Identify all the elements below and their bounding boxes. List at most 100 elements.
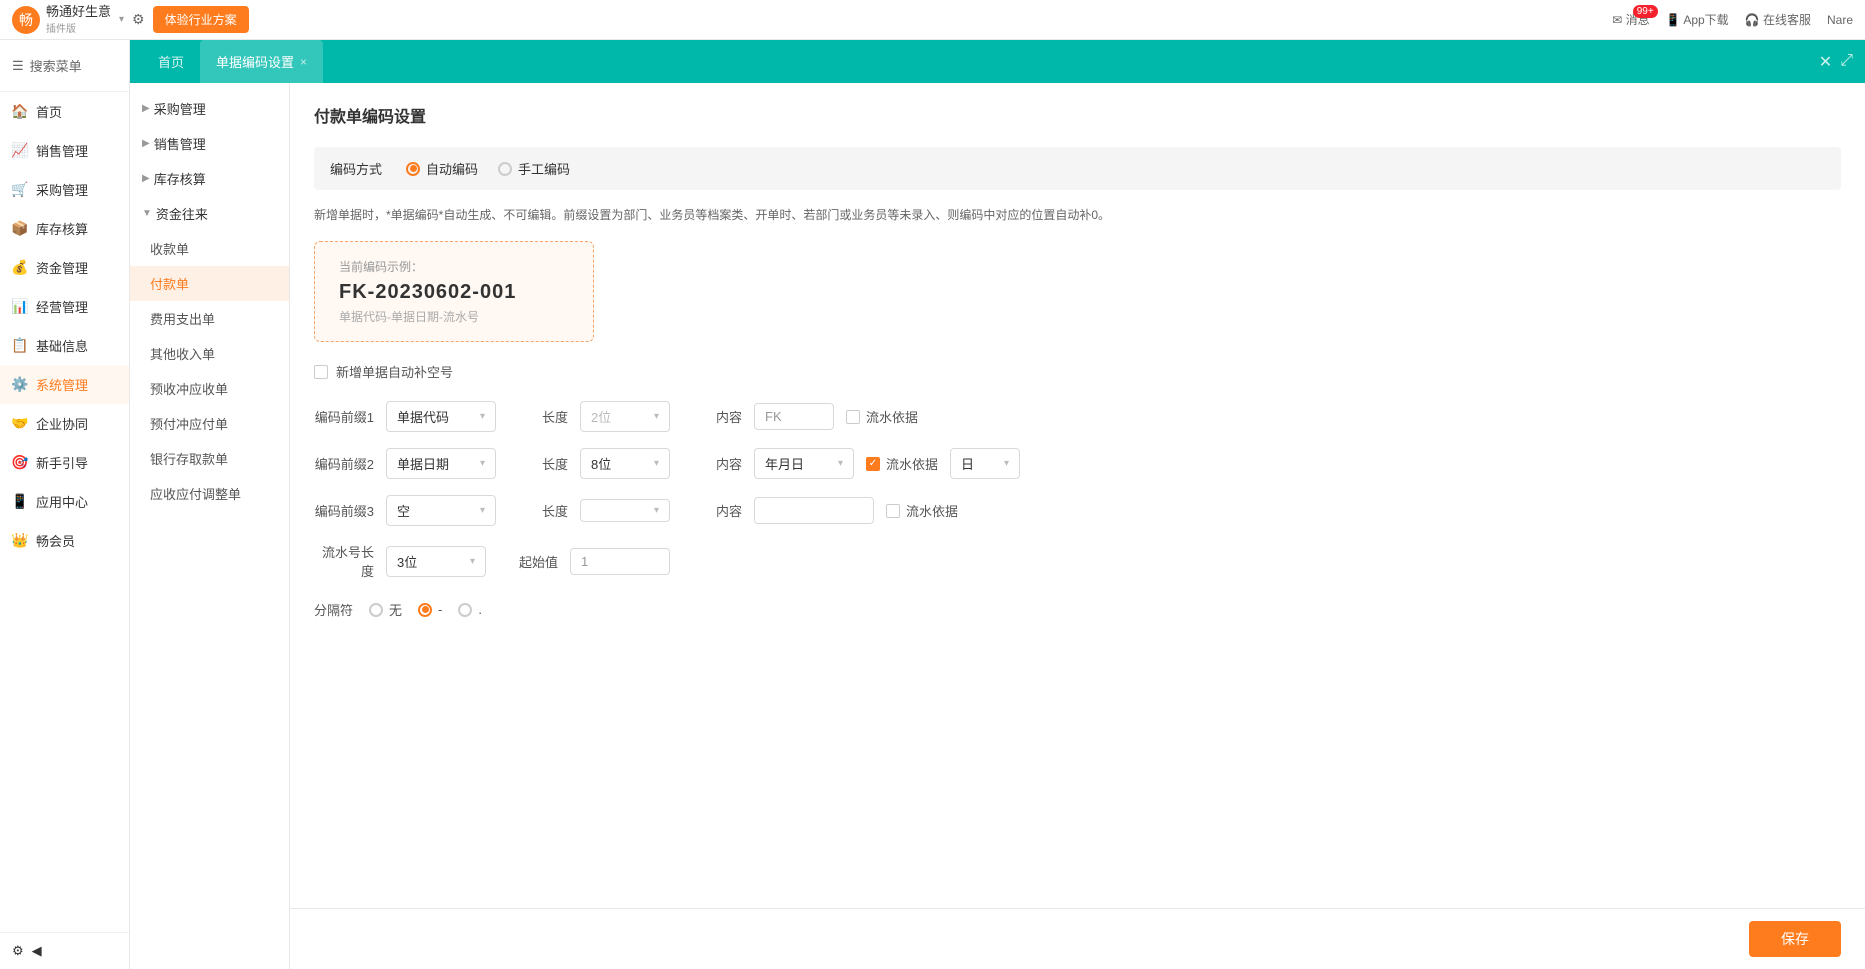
logo-badge: 插件版 <box>46 20 111 35</box>
code-preview-box: 当前编码示例： FK-20230602-001 单据代码-单据日期-流水号 <box>314 241 594 342</box>
tab-bar: 首页 单据编码设置 × ✕ ⤢ <box>130 40 1865 83</box>
sub-menu-bank-deposit-label: 银行存取款单 <box>150 452 228 467</box>
sub-menu-adjustment[interactable]: 应收应付调整单 <box>130 476 289 511</box>
sidebar-item-finance[interactable]: 💰 资金管理 <box>0 248 129 287</box>
serial-length-arrow: ▾ <box>470 556 475 567</box>
prefix2-select[interactable]: 单据日期 ▾ <box>386 448 496 479</box>
user-name: Nare <box>1827 13 1853 27</box>
sep-none-option[interactable]: 无 <box>369 600 402 619</box>
sidebar-item-sales-label: 销售管理 <box>36 141 88 160</box>
sidebar-item-member[interactable]: 👑 畅会员 <box>0 521 129 560</box>
sub-menu-other-income[interactable]: 其他收入单 <box>130 336 289 371</box>
sub-menu-payment-label: 付款单 <box>150 277 189 292</box>
sidebar-item-inventory[interactable]: 📦 库存核算 <box>0 209 129 248</box>
sidebar-item-basic[interactable]: 📋 基础信息 <box>0 326 129 365</box>
prefix2-serial-checkbox: ✓ <box>866 457 880 471</box>
serial-row: 流水号长度 3位 ▾ 起始值 <box>314 542 1841 580</box>
sidebar-item-system[interactable]: ⚙️ 系统管理 <box>0 365 129 404</box>
serial-length-select[interactable]: 3位 ▾ <box>386 546 486 577</box>
info-text: 新增单据时，*单据编码*自动生成、不可编辑。前缀设置为部门、业务员等档案类、开单… <box>314 206 1841 225</box>
finance-icon: 💰 <box>12 260 28 276</box>
sidebar-item-purchase-label: 采购管理 <box>36 180 88 199</box>
search-menu-label: 搜索菜单 <box>30 56 82 75</box>
sub-sidebar: ▶ 采购管理 ▶ 销售管理 ▶ 库存核算 <box>130 83 290 969</box>
separator-label: 分隔符 <box>314 600 353 619</box>
prefix2-serial-unit-value: 日 <box>961 454 974 473</box>
sidebar-item-guide[interactable]: 🎯 新手引导 <box>0 443 129 482</box>
prefix2-serial-unit-select[interactable]: 日 ▾ <box>950 448 1020 479</box>
prefix1-select[interactable]: 单据代码 ▾ <box>386 401 496 432</box>
prefix3-select[interactable]: 空 ▾ <box>386 495 496 526</box>
code-preview-value: FK-20230602-001 <box>339 281 569 304</box>
tab-encoding-label: 单据编码设置 <box>216 52 294 71</box>
sub-menu-expense[interactable]: 费用支出单 <box>130 301 289 336</box>
sep-dash-label: - <box>438 602 442 617</box>
sidebar-item-enterprise[interactable]: 🤝 企业协同 <box>0 404 129 443</box>
auto-code-radio-circle <box>406 162 420 176</box>
prefix2-content-select[interactable]: 年月日 ▾ <box>754 448 854 479</box>
auto-fill-checkbox[interactable] <box>314 365 328 379</box>
sidebar-item-sales[interactable]: 📈 销售管理 <box>0 131 129 170</box>
sub-group-purchase-header[interactable]: ▶ 采购管理 <box>130 91 289 126</box>
user-area[interactable]: Nare <box>1827 13 1853 27</box>
sep-dot-option[interactable]: . <box>458 602 482 617</box>
sub-group-sales-header[interactable]: ▶ 销售管理 <box>130 126 289 161</box>
page-content-wrapper: 付款单编码设置 编码方式 自动编码 手工编码 <box>290 83 1865 969</box>
serial-length-label: 流水号长度 <box>314 542 374 580</box>
sidebar-item-home[interactable]: 🏠 首页 <box>0 92 129 131</box>
app-download[interactable]: 📱 App下载 <box>1666 11 1729 28</box>
settings-icon[interactable]: ⚙ <box>132 11 145 28</box>
prefix2-serial-label: 流水依据 <box>886 454 938 473</box>
sub-menu-receipt-label: 收款单 <box>150 242 189 257</box>
prefix3-serial-check[interactable]: 流水依据 <box>886 501 958 520</box>
member-icon: 👑 <box>12 533 28 549</box>
start-value-input[interactable] <box>570 548 670 575</box>
sub-menu-other-income-label: 其他收入单 <box>150 347 215 362</box>
sub-menu-payment[interactable]: 付款单 <box>130 266 289 301</box>
auto-code-radio[interactable]: 自动编码 <box>406 159 478 178</box>
save-button[interactable]: 保存 <box>1749 921 1841 957</box>
messages-area[interactable]: ✉ 消息 99+ <box>1612 11 1649 28</box>
prefix3-length-select[interactable]: ▾ <box>580 499 670 522</box>
prefix1-serial-check[interactable]: 流水依据 <box>846 407 918 426</box>
sub-menu-advance-receivable[interactable]: 预收冲应收单 <box>130 371 289 406</box>
tab-close-icon[interactable]: × <box>300 55 307 69</box>
footer-settings-icon[interactable]: ⚙ <box>12 943 24 959</box>
footer-collapse-icon[interactable]: ◀ <box>32 943 42 959</box>
sidebar-item-apps[interactable]: 📱 应用中心 <box>0 482 129 521</box>
sidebar-item-purchase[interactable]: 🛒 采购管理 <box>0 170 129 209</box>
dropdown-arrow-icon[interactable]: ▾ <box>119 14 124 25</box>
sub-menu-bank-deposit[interactable]: 银行存取款单 <box>130 441 289 476</box>
experience-button[interactable]: 体验行业方案 <box>153 6 249 33</box>
prefix3-content-input[interactable] <box>754 497 874 524</box>
sep-dot-radio <box>458 603 472 617</box>
manual-code-radio[interactable]: 手工编码 <box>498 159 570 178</box>
tab-home[interactable]: 首页 <box>142 40 200 83</box>
sub-group-sales-label: 销售管理 <box>154 134 206 153</box>
prefix1-content-input[interactable] <box>754 403 834 430</box>
tab-close-window-icon[interactable]: ✕ <box>1819 52 1832 72</box>
sub-group-capital-header[interactable]: ▼ 资金往来 <box>130 196 289 231</box>
online-service[interactable]: 🎧 在线客服 <box>1745 11 1811 28</box>
prefix2-label: 编码前缀2 <box>314 454 374 473</box>
main-layout: ☰ 搜索菜单 🏠 首页 📈 销售管理 🛒 采购管理 📦 库存核算 💰 <box>0 40 1865 969</box>
search-menu[interactable]: ☰ 搜索菜单 <box>12 50 117 81</box>
sep-dash-option[interactable]: - <box>418 602 442 617</box>
tab-expand-icon[interactable]: ⤢ <box>1840 52 1853 72</box>
prefix1-label: 编码前缀1 <box>314 407 374 426</box>
sub-menu-advance-payment[interactable]: 预付冲应付单 <box>130 406 289 441</box>
sep-dash-radio <box>418 603 432 617</box>
prefix2-length-label: 长度 <box>508 454 568 473</box>
sep-dot-label: . <box>478 602 482 617</box>
prefix2-length-select[interactable]: 8位 ▾ <box>580 448 670 479</box>
sidebar-item-operation[interactable]: 📊 经营管理 <box>0 287 129 326</box>
start-value-label: 起始值 <box>498 552 558 571</box>
tab-encoding[interactable]: 单据编码设置 × <box>200 40 323 83</box>
prefix2-serial-check[interactable]: ✓ 流水依据 <box>866 454 938 473</box>
sub-menu-receipt[interactable]: 收款单 <box>130 231 289 266</box>
sub-group-inventory-header[interactable]: ▶ 库存核算 <box>130 161 289 196</box>
sep-none-radio <box>369 603 383 617</box>
sidebar-item-finance-label: 资金管理 <box>36 258 88 277</box>
download-icon: 📱 <box>1666 13 1681 27</box>
prefix1-length-select[interactable]: 2位 ▾ <box>580 401 670 432</box>
